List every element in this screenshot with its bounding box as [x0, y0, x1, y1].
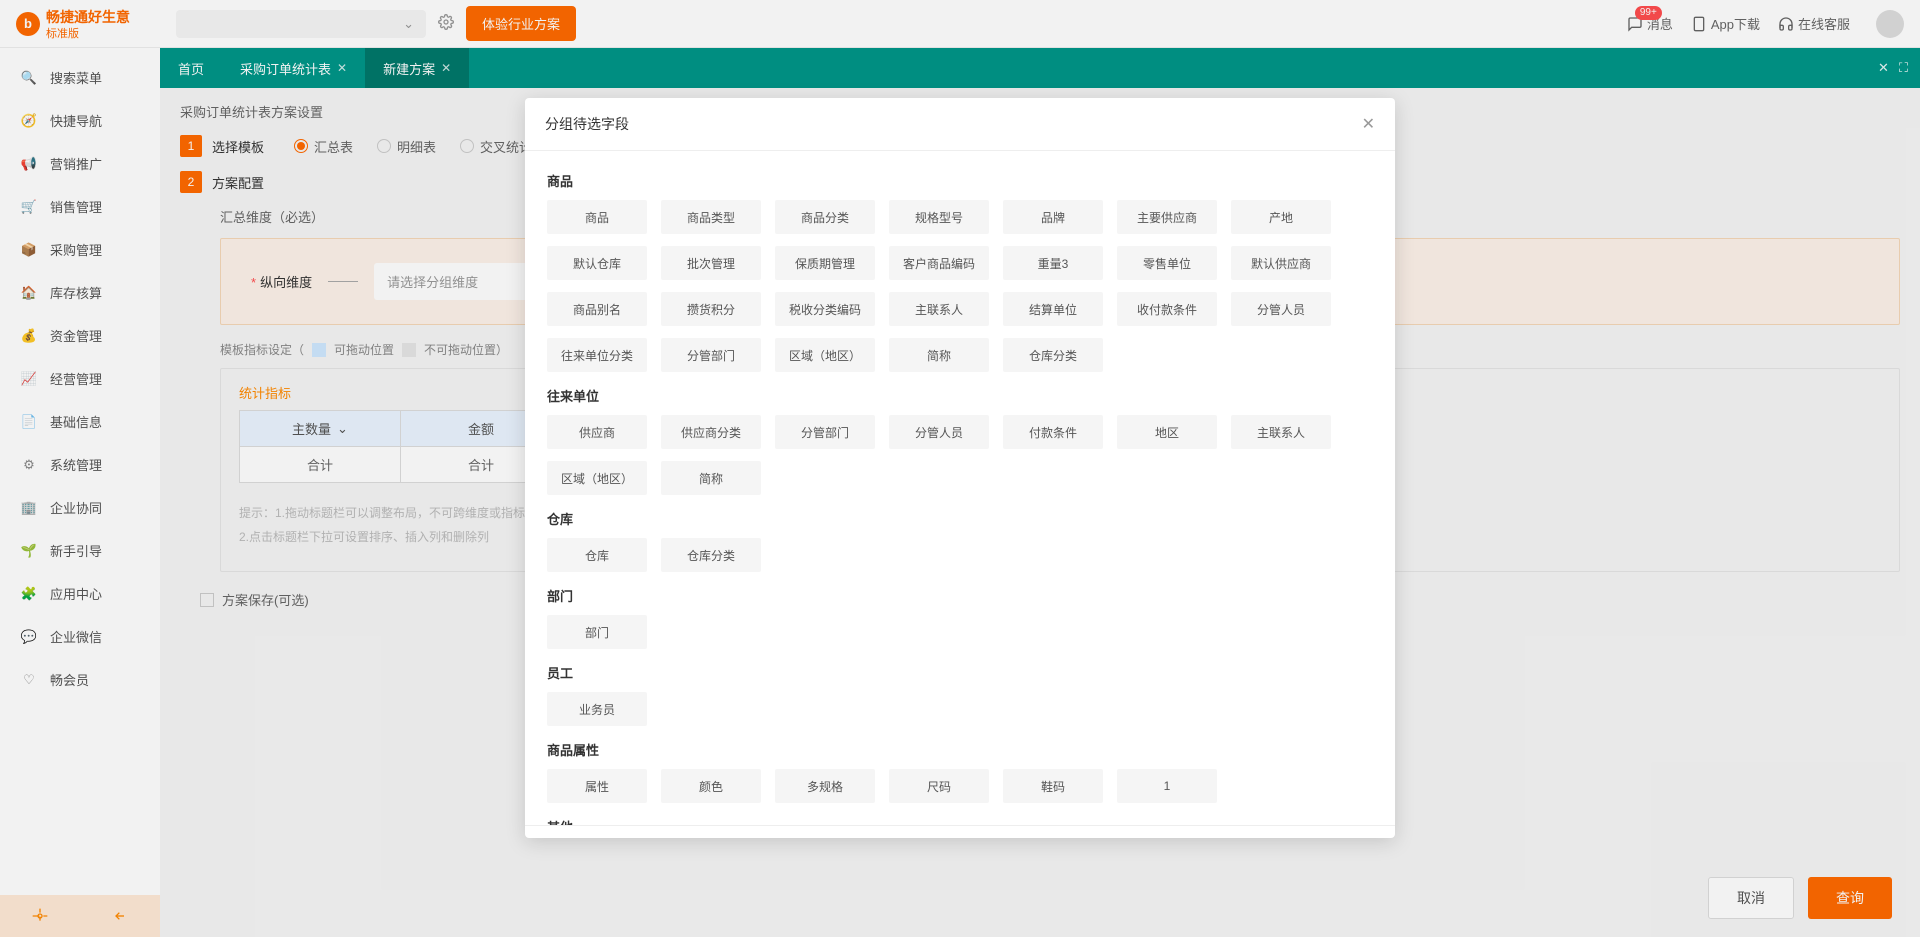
field-chip[interactable]: 客户商品编码 [889, 246, 989, 280]
field-chip[interactable]: 多规格 [775, 769, 875, 803]
field-chip[interactable]: 主联系人 [1231, 415, 1331, 449]
field-chip[interactable]: 攒货积分 [661, 292, 761, 326]
modal-title: 分组待选字段 [545, 114, 629, 134]
field-chip[interactable]: 商品 [547, 200, 647, 234]
field-chip[interactable]: 区域（地区） [775, 338, 875, 372]
field-chip[interactable]: 简称 [661, 461, 761, 495]
group-title-1: 往来单位 [547, 386, 1373, 405]
close-icon[interactable]: ✕ [1362, 114, 1375, 134]
field-chip[interactable]: 分管部门 [775, 415, 875, 449]
field-chip[interactable]: 颜色 [661, 769, 761, 803]
field-chip[interactable]: 简称 [889, 338, 989, 372]
field-chip[interactable]: 收付款条件 [1117, 292, 1217, 326]
field-chip[interactable]: 品牌 [1003, 200, 1103, 234]
field-chip[interactable]: 分管人员 [1231, 292, 1331, 326]
field-chip[interactable]: 供应商 [547, 415, 647, 449]
field-chip[interactable]: 保质期管理 [775, 246, 875, 280]
field-chip[interactable]: 业务员 [547, 692, 647, 726]
field-chip[interactable]: 默认供应商 [1231, 246, 1331, 280]
field-chip[interactable]: 主联系人 [889, 292, 989, 326]
group-title-6: 其他 [547, 817, 1373, 825]
field-chip[interactable]: 属性 [547, 769, 647, 803]
field-chip[interactable]: 零售单位 [1117, 246, 1217, 280]
field-chip[interactable]: 重量3 [1003, 246, 1103, 280]
field-chip[interactable]: 分管部门 [661, 338, 761, 372]
field-chip[interactable]: 分管人员 [889, 415, 989, 449]
field-chip[interactable]: 批次管理 [661, 246, 761, 280]
field-chip[interactable]: 地区 [1117, 415, 1217, 449]
field-chip[interactable]: 结算单位 [1003, 292, 1103, 326]
field-chip[interactable]: 往来单位分类 [547, 338, 647, 372]
group-title-3: 部门 [547, 586, 1373, 605]
field-chip[interactable]: 产地 [1231, 200, 1331, 234]
field-chip[interactable]: 商品分类 [775, 200, 875, 234]
field-chip[interactable]: 仓库分类 [1003, 338, 1103, 372]
group-title-5: 商品属性 [547, 740, 1373, 759]
field-selector-modal: 分组待选字段 ✕ 商品商品商品类型商品分类规格型号品牌主要供应商产地默认仓库批次… [525, 98, 1395, 838]
horizontal-scrollbar[interactable] [525, 825, 1395, 838]
field-chip[interactable]: 仓库分类 [661, 538, 761, 572]
field-chip[interactable]: 尺码 [889, 769, 989, 803]
field-chip[interactable]: 主要供应商 [1117, 200, 1217, 234]
field-chip[interactable]: 付款条件 [1003, 415, 1103, 449]
group-title-2: 仓库 [547, 509, 1373, 528]
field-chip[interactable]: 区域（地区） [547, 461, 647, 495]
group-title-0: 商品 [547, 171, 1373, 190]
field-chip[interactable]: 默认仓库 [547, 246, 647, 280]
field-chip[interactable]: 鞋码 [1003, 769, 1103, 803]
field-chip[interactable]: 税收分类编码 [775, 292, 875, 326]
field-chip[interactable]: 部门 [547, 615, 647, 649]
group-title-4: 员工 [547, 663, 1373, 682]
field-chip[interactable]: 仓库 [547, 538, 647, 572]
field-chip[interactable]: 商品类型 [661, 200, 761, 234]
field-chip[interactable]: 1 [1117, 769, 1217, 803]
field-chip[interactable]: 商品别名 [547, 292, 647, 326]
field-chip[interactable]: 供应商分类 [661, 415, 761, 449]
field-chip[interactable]: 规格型号 [889, 200, 989, 234]
